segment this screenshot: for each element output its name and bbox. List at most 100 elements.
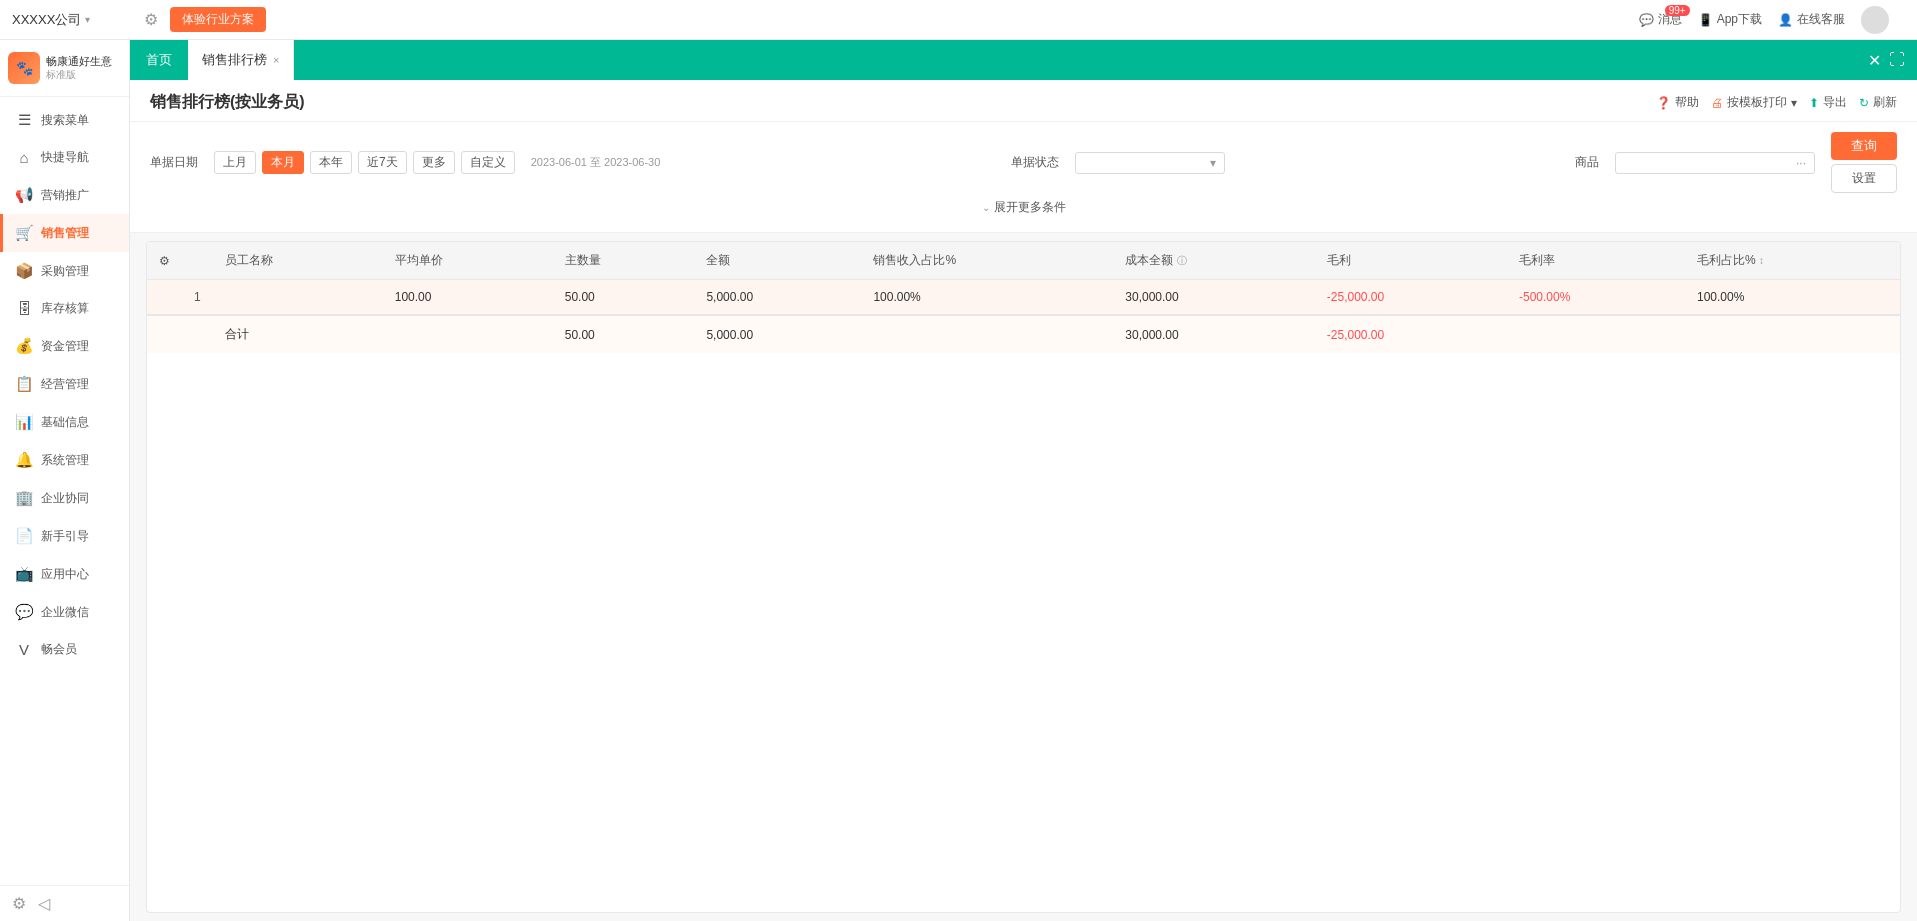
- message-button[interactable]: 💬 消息 99+: [1639, 11, 1682, 28]
- expand-button[interactable]: ⌄ 展开更多条件: [982, 199, 1066, 216]
- header-actions: ❓ 帮助 🖨 按模板打印 ▾ ⬆ 导出 ↻ 刷新: [1656, 94, 1897, 111]
- col-gross-profit-rate: 毛利率: [1507, 242, 1685, 280]
- date-btn-more[interactable]: 更多: [413, 151, 455, 174]
- refresh-label: 刷新: [1873, 94, 1897, 111]
- message-badge: 99+: [1665, 5, 1690, 16]
- help-label: 帮助: [1675, 94, 1699, 111]
- date-btn-this-month[interactable]: 本月: [262, 151, 304, 174]
- date-filters: 上月 本月 本年 近7天 更多 自定义: [214, 151, 515, 174]
- trial-button[interactable]: 体验行业方案: [170, 7, 266, 32]
- status-select[interactable]: ▾: [1075, 152, 1225, 174]
- footer-settings: [147, 315, 182, 353]
- nav-icon-app-center: 📺: [15, 565, 33, 583]
- footer-rank: [182, 315, 213, 353]
- refresh-button[interactable]: ↻ 刷新: [1859, 94, 1897, 111]
- cost-info-icon[interactable]: ⓘ: [1177, 255, 1187, 266]
- print-chevron-icon: ▾: [1791, 96, 1797, 110]
- sidebar-item-member[interactable]: V 畅会员: [0, 631, 129, 668]
- col-gross-profit: 毛利: [1315, 242, 1507, 280]
- footer-row: 合计 50.00 5,000.00 30,000.00 -25,000.00: [147, 315, 1900, 353]
- sidebar-item-basic-info[interactable]: 📊 基础信息: [0, 403, 129, 441]
- page-header: 销售排行榜(按业务员) ❓ 帮助 🖨 按模板打印 ▾ ⬆ 导出: [130, 80, 1917, 122]
- sidebar-item-enterprise[interactable]: 🏢 企业协同: [0, 479, 129, 517]
- row-rank: 1: [182, 280, 213, 316]
- nav-icon-purchase: 📦: [15, 262, 33, 280]
- nav-label-app-center: 应用中心: [41, 566, 89, 583]
- status-arrow-icon: ▾: [1210, 156, 1216, 170]
- date-btn-custom[interactable]: 自定义: [461, 151, 515, 174]
- app-download-button[interactable]: 📱 App下载: [1698, 11, 1762, 28]
- nav-icon-inventory: 🗄: [15, 300, 33, 317]
- tab-bar-right: ✕ ⛶: [1868, 51, 1917, 70]
- col-avg-price: 平均单价: [383, 242, 553, 280]
- sidebar-item-weixin[interactable]: 💬 企业微信: [0, 593, 129, 631]
- footer-label: 合计: [213, 315, 383, 353]
- app-icon: 📱: [1698, 13, 1713, 27]
- goods-more-icon: ···: [1796, 156, 1806, 170]
- sidebar-item-finance[interactable]: 💰 资金管理: [0, 327, 129, 365]
- col-sales-pct: 销售收入占比%: [861, 242, 1113, 280]
- help-button[interactable]: ❓ 帮助: [1656, 94, 1699, 111]
- template-print-label: 按模板打印: [1727, 94, 1787, 111]
- col-amount: 全额: [694, 242, 861, 280]
- avatar[interactable]: [1861, 6, 1889, 34]
- logo-name: 畅康通好生意: [46, 54, 112, 68]
- tab-sales-ranking[interactable]: 销售排行榜 ×: [188, 40, 294, 80]
- sidebar-item-sales[interactable]: 🛒 销售管理: [0, 214, 129, 252]
- nav-label-quick-nav: 快捷导航: [41, 149, 89, 166]
- message-icon: 💬: [1639, 13, 1654, 27]
- col-rank: [182, 242, 213, 280]
- filter-settings-button[interactable]: 设置: [1831, 164, 1897, 193]
- settings-bottom-icon[interactable]: ⚙: [12, 894, 26, 913]
- pct-sort-icon[interactable]: ↕: [1759, 255, 1764, 266]
- company-name: XXXXX公司: [12, 11, 81, 29]
- company-selector[interactable]: XXXXX公司 ▾: [12, 11, 132, 29]
- sidebar-item-purchase[interactable]: 📦 采购管理: [0, 252, 129, 290]
- online-service-button[interactable]: 👤 在线客服: [1778, 11, 1845, 28]
- row-avg-price: 100.00: [383, 280, 553, 316]
- expand-row: ⌄ 展开更多条件: [150, 193, 1897, 222]
- sidebar-item-inventory[interactable]: 🗄 库存核算: [0, 290, 129, 327]
- export-button[interactable]: ⬆ 导出: [1809, 94, 1847, 111]
- row-qty: 50.00: [553, 280, 695, 316]
- date-btn-last-month[interactable]: 上月: [214, 151, 256, 174]
- col-settings[interactable]: ⚙: [147, 242, 182, 280]
- date-btn-7days[interactable]: 近7天: [358, 151, 407, 174]
- sidebar-item-operations[interactable]: 📋 经营管理: [0, 365, 129, 403]
- date-btn-this-year[interactable]: 本年: [310, 151, 352, 174]
- table-container: ⚙ 员工名称 平均单价 主数量 全额 销售收入占比% 成本全额 ⓘ 毛利 毛利率…: [146, 241, 1901, 913]
- col-qty: 主数量: [553, 242, 695, 280]
- print-icon: 🖨: [1711, 96, 1723, 110]
- row-sales-pct: 100.00%: [861, 280, 1113, 316]
- collapse-icon[interactable]: ◁: [38, 894, 50, 913]
- nav-icon-quick-nav: ⌂: [15, 149, 33, 166]
- goods-input[interactable]: ···: [1615, 152, 1815, 174]
- filter-section: 单据日期 上月 本月 本年 近7天 更多 自定义 2023-06-01 至 20…: [130, 122, 1917, 233]
- nav-icon-operations: 📋: [15, 375, 33, 393]
- tab-home[interactable]: 首页: [130, 40, 188, 80]
- sidebar-item-search[interactable]: ☰ 搜索菜单: [0, 101, 129, 139]
- date-range: 2023-06-01 至 2023-06-30: [531, 155, 661, 170]
- sidebar-item-app-center[interactable]: 📺 应用中心: [0, 555, 129, 593]
- expand-label: 展开更多条件: [994, 199, 1066, 216]
- close-window-icon[interactable]: ✕: [1868, 51, 1881, 70]
- nav-label-enterprise: 企业协同: [41, 490, 89, 507]
- sales-table: ⚙ 员工名称 平均单价 主数量 全额 销售收入占比% 成本全额 ⓘ 毛利 毛利率…: [147, 242, 1900, 353]
- sidebar-item-quick-nav[interactable]: ⌂ 快捷导航: [0, 139, 129, 176]
- nav-icon-basic-info: 📊: [15, 413, 33, 431]
- footer-sales-pct: [861, 315, 1113, 353]
- sidebar-item-marketing[interactable]: 📢 营销推广: [0, 176, 129, 214]
- nav-icon-sales: 🛒: [15, 224, 33, 242]
- table-header: ⚙ 员工名称 平均单价 主数量 全额 销售收入占比% 成本全额 ⓘ 毛利 毛利率…: [147, 242, 1900, 280]
- settings-icon[interactable]: ⚙: [140, 6, 162, 33]
- sidebar-item-beginner[interactable]: 📄 新手引导: [0, 517, 129, 555]
- nav-label-weixin: 企业微信: [41, 604, 89, 621]
- template-print-button[interactable]: 🖨 按模板打印 ▾: [1711, 94, 1797, 111]
- query-button[interactable]: 查询: [1831, 132, 1897, 160]
- row-name: [213, 280, 383, 316]
- maximize-icon[interactable]: ⛶: [1889, 51, 1905, 69]
- logo-icon: 🐾: [8, 52, 40, 84]
- sidebar-item-system[interactable]: 🔔 系统管理: [0, 441, 129, 479]
- tab-close-icon[interactable]: ×: [273, 54, 279, 66]
- logo-text-area: 畅康通好生意 标准版: [46, 54, 112, 82]
